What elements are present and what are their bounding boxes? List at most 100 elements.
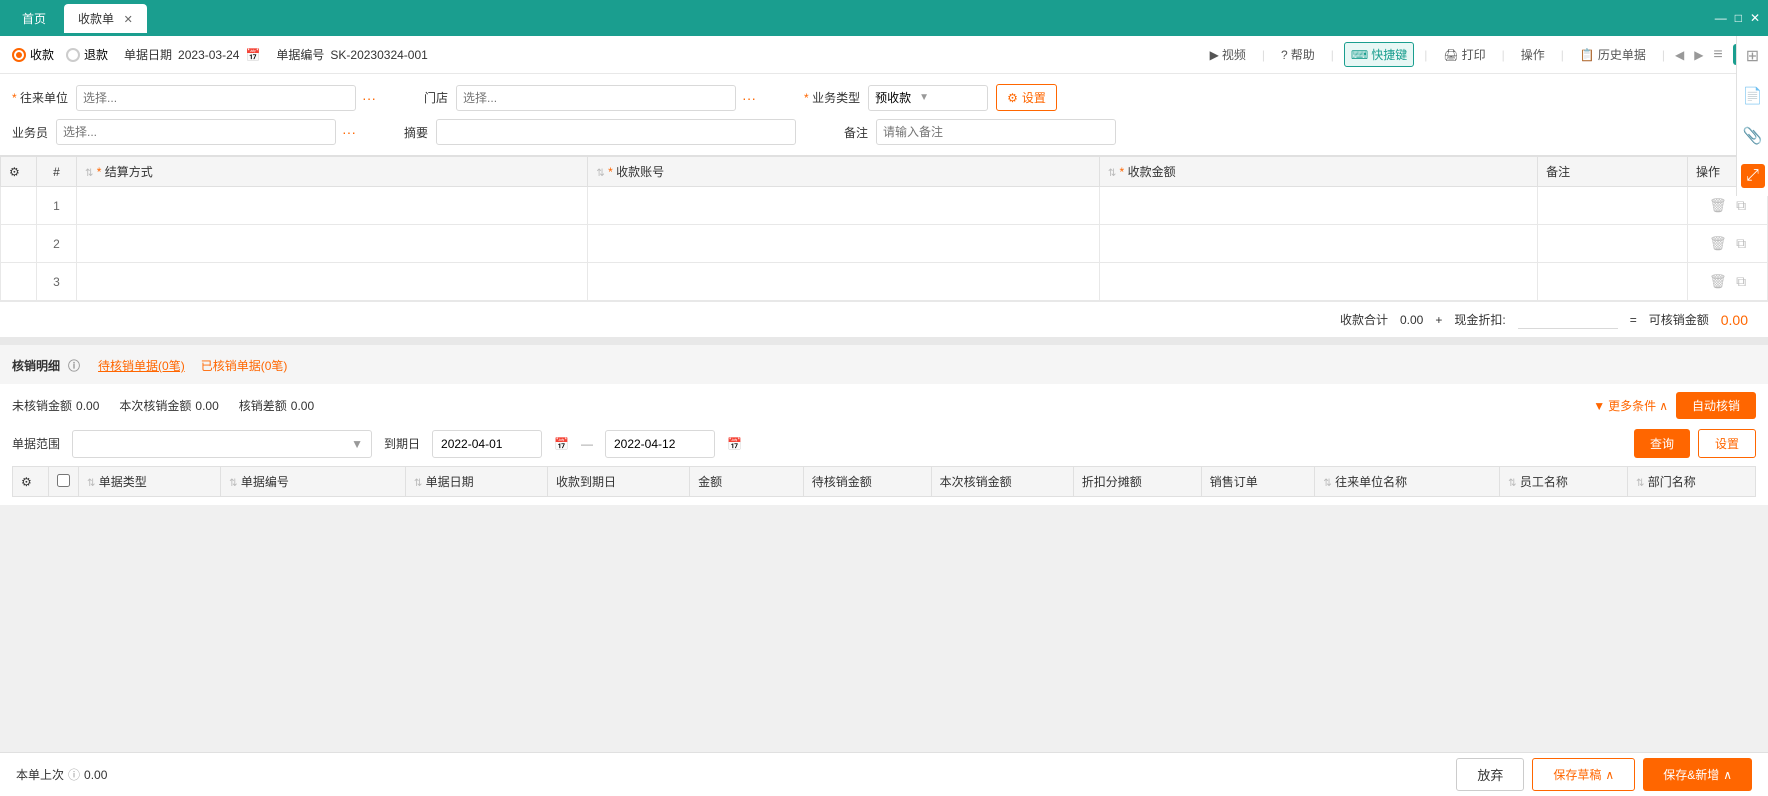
table-header-gear[interactable]: ⚙	[1, 157, 37, 187]
writeoff-table: ⚙ ⇅ 单据类型 ⇅ 单据编号 ⇅ 单据日期	[12, 466, 1756, 497]
bt-header-checkbox[interactable]	[49, 467, 79, 497]
sidebar-table-icon[interactable]: ⊞	[1741, 44, 1765, 68]
filter-icon: ▼	[1593, 399, 1605, 413]
stat-current: 本次核销金额 0.00	[119, 397, 218, 414]
writeoff-area: 未核销金额 0.00 本次核销金额 0.00 核销差额 0.00 ▼ 更多条件 …	[0, 384, 1768, 505]
save-draft-chevron-icon: ∧	[1605, 768, 1614, 782]
bt-header-number: ⇅ 单据编号	[221, 467, 406, 497]
doc-number-field: 单据编号 SK-20230324-001	[276, 46, 427, 63]
row-3-account[interactable]	[588, 263, 1099, 301]
tab-pending-writeoff[interactable]: 待核销单据(0笔)	[92, 355, 191, 376]
row-1-remarks[interactable]	[1538, 187, 1688, 225]
query-btn[interactable]: 查询	[1634, 429, 1690, 458]
row-num-3: 3	[37, 263, 77, 301]
history-btn[interactable]: 📋 历史单据	[1574, 43, 1652, 66]
shortcut-btn[interactable]: ⌨ 快捷键	[1344, 42, 1414, 67]
store-more-btn[interactable]: ···	[742, 90, 756, 106]
row-3-settlement[interactable]	[77, 263, 588, 301]
row-1-account[interactable]	[588, 187, 1099, 225]
radio-refund[interactable]: 退款	[66, 46, 108, 63]
row-2-amount[interactable]	[1099, 225, 1537, 263]
row-3-copy-icon[interactable]: ⧉	[1736, 273, 1746, 289]
footer-info-icon[interactable]: ⓘ	[68, 766, 80, 783]
help-btn[interactable]: ? 帮助	[1275, 43, 1321, 66]
more-conditions-btn[interactable]: ▼ 更多条件 ∧	[1593, 397, 1668, 414]
store-input[interactable]	[456, 85, 736, 111]
bt-header-amount: 金额	[690, 467, 804, 497]
radio-receipt[interactable]: 收款	[12, 46, 54, 63]
row-2-account[interactable]	[588, 225, 1099, 263]
row-3-amount[interactable]	[1099, 263, 1537, 301]
range-select[interactable]: ▼	[72, 430, 372, 458]
close-btn[interactable]: ✕	[1750, 11, 1760, 25]
sidebar-expand-icon[interactable]: ⤢	[1741, 164, 1765, 188]
video-btn[interactable]: ▶ 视频	[1204, 43, 1252, 66]
salesperson-input[interactable]	[56, 119, 336, 145]
tab-completed-writeoff[interactable]: 已核销单据(0笔)	[195, 355, 294, 376]
operate-btn[interactable]: 操作	[1515, 43, 1551, 66]
select-all-checkbox[interactable]	[57, 474, 70, 487]
row-1-copy-icon[interactable]: ⧉	[1736, 197, 1746, 213]
table-header-amount: ⇅ * 收款金额	[1099, 157, 1537, 187]
filter-row: 单据范围 ▼ 到期日 2022-04-01 📅 — 2022-04-12 📅 查…	[12, 429, 1756, 458]
row-2-settlement[interactable]	[77, 225, 588, 263]
chevron-up-icon: ∧	[1659, 399, 1668, 413]
row-2-copy-icon[interactable]: ⧉	[1736, 235, 1746, 251]
bt-header-type: ⇅ 单据类型	[79, 467, 221, 497]
row-2-remarks[interactable]	[1538, 225, 1688, 263]
bt-header-department: ⇅ 部门名称	[1628, 467, 1756, 497]
row-1-delete-icon[interactable]: 🗑	[1709, 197, 1727, 213]
row-num-1: 1	[37, 187, 77, 225]
save-draft-btn[interactable]: 保存草稿 ∧	[1532, 758, 1635, 791]
calendar-from-icon[interactable]: 📅	[554, 437, 569, 451]
filter-settings-btn[interactable]: 设置	[1698, 429, 1756, 458]
save-new-btn[interactable]: 保存&新增 ∧	[1643, 758, 1752, 791]
row-2-delete-icon[interactable]: 🗑	[1709, 235, 1727, 251]
sidebar-clip-icon[interactable]: 📎	[1741, 124, 1765, 148]
window-controls: — □ ✕	[1715, 11, 1760, 25]
business-type-select[interactable]: 预收款 ▼	[868, 85, 988, 111]
doc-header: 收款 退款 单据日期 2023-03-24 📅 单据编号 SK-20230324…	[0, 36, 1768, 74]
total-value: 0.00	[1400, 313, 1423, 327]
receipt-table-container: ⚙ # ⇅ * 结算方式 ⇅ * 收款账号 ⇅ * 收款金额	[0, 156, 1768, 301]
date-from-input[interactable]: 2022-04-01	[432, 430, 542, 458]
list-icon[interactable]: ≡	[1713, 46, 1722, 64]
minimize-btn[interactable]: —	[1715, 11, 1727, 25]
discount-input[interactable]	[1518, 310, 1618, 329]
history-icon: 📋	[1580, 48, 1595, 62]
writeoff-info-icon[interactable]: ⓘ	[68, 357, 80, 374]
calendar-icon[interactable]: 📅	[245, 48, 260, 62]
tab-close-receipt[interactable]: ✕	[124, 14, 133, 26]
bt-header-due-date: 收款到期日	[547, 467, 689, 497]
tab-bar: 首页 收款单 ✕ — □ ✕	[0, 0, 1768, 36]
writeoff-stats: 未核销金额 0.00 本次核销金额 0.00 核销差额 0.00 ▼ 更多条件 …	[12, 392, 1756, 419]
bt-header-gear[interactable]: ⚙	[13, 467, 49, 497]
row-1-settlement[interactable]	[77, 187, 588, 225]
settings-btn[interactable]: ⚙ 设置	[996, 84, 1057, 111]
counterparty-input[interactable]	[76, 85, 356, 111]
tab-home[interactable]: 首页	[8, 4, 60, 33]
abandon-btn[interactable]: 放弃	[1456, 758, 1524, 791]
salesperson-more-btn[interactable]: ···	[342, 124, 356, 140]
counterparty-more-btn[interactable]: ···	[362, 90, 376, 106]
tab-receipt[interactable]: 收款单 ✕	[64, 4, 147, 33]
row-3-delete-icon[interactable]: 🗑	[1709, 273, 1727, 289]
stat-pending-value: 0.00	[76, 399, 99, 413]
date-to-input[interactable]: 2022-04-12	[605, 430, 715, 458]
auto-writeoff-btn[interactable]: 自动核销	[1676, 392, 1756, 419]
summary-input[interactable]	[436, 119, 796, 145]
business-type-chevron: ▼	[919, 92, 929, 103]
form-row-2: 业务员 ··· 摘要 备注	[12, 115, 1756, 149]
nav-prev-icon[interactable]: ◀	[1675, 48, 1684, 62]
row-3-remarks[interactable]	[1538, 263, 1688, 301]
maximize-btn[interactable]: □	[1735, 11, 1742, 25]
doc-date-field: 单据日期 2023-03-24 📅	[124, 46, 260, 63]
nav-next-icon[interactable]: ▶	[1694, 48, 1703, 62]
table-header-account: ⇅ * 收款账号	[588, 157, 1099, 187]
calendar-to-icon[interactable]: 📅	[727, 437, 742, 451]
print-btn[interactable]: 🖨 打印	[1437, 43, 1491, 66]
sidebar-doc-icon[interactable]: 📄	[1741, 84, 1765, 108]
row-1-amount[interactable]	[1099, 187, 1537, 225]
remarks-input[interactable]	[876, 119, 1116, 145]
form-row-1: * 往来单位 ··· 门店 ··· * 业务类型 预收款 ▼ ⚙ 设置	[12, 80, 1756, 115]
